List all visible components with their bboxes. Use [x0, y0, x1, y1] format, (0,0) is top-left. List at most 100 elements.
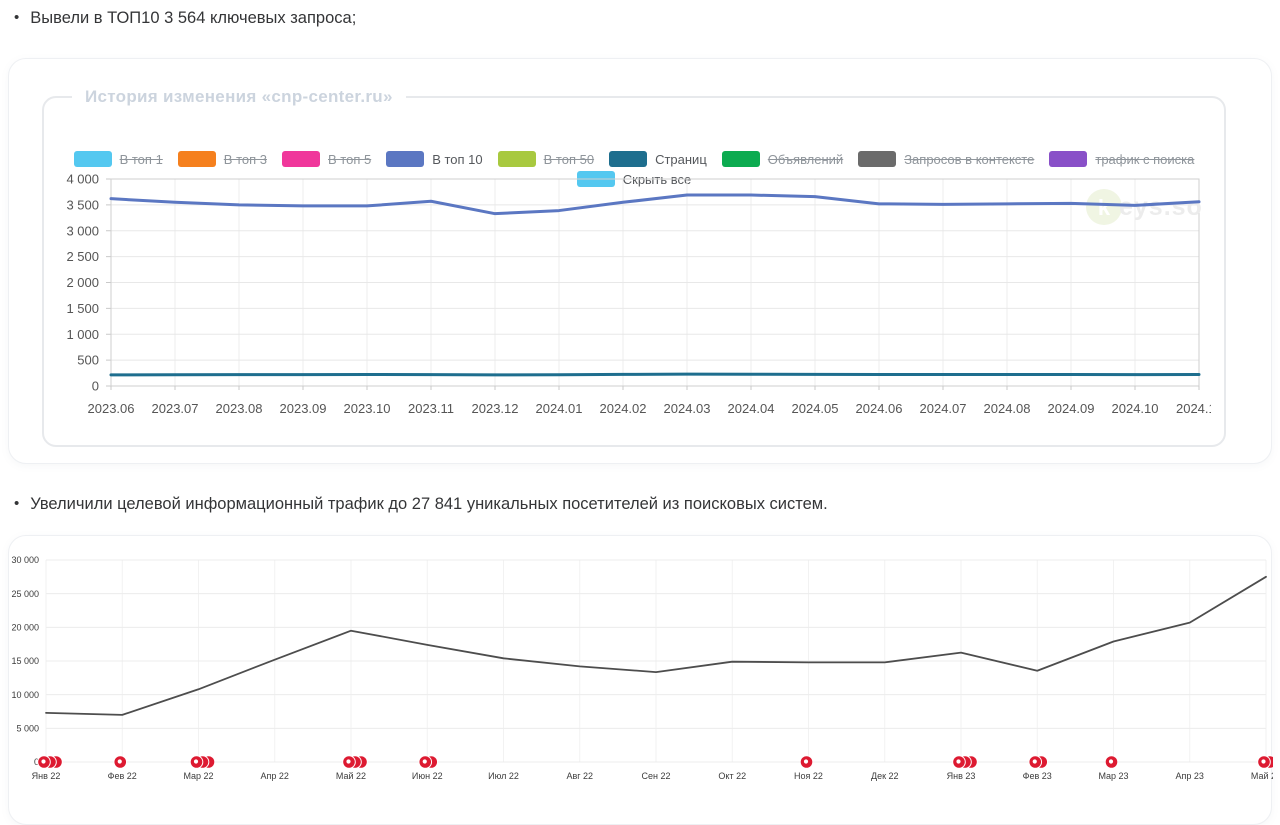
annotation-marker-dot	[956, 759, 961, 764]
x-axis-label: 2024.03	[664, 401, 711, 416]
legend-item-top5[interactable]: В топ 5	[282, 151, 371, 167]
annotation-marker-cluster[interactable]	[418, 755, 439, 769]
legend-item-top1[interactable]: В топ 1	[73, 151, 163, 167]
x-axis-label: Янв 22	[32, 771, 61, 781]
keyso-history-card: История изменения «cnp-center.ru» В топ …	[8, 58, 1272, 464]
x-axis-label: 2023.09	[280, 401, 327, 416]
annotation-marker-cluster[interactable]	[952, 755, 978, 769]
x-axis-label: 2024.01	[536, 401, 583, 416]
legend-label-ads: Объявлений	[767, 151, 844, 167]
legend-label-top10: В топ 10	[432, 151, 483, 167]
x-axis-label: 2024.08	[984, 401, 1031, 416]
x-axis-label: 2023.06	[88, 401, 135, 416]
y-axis-label: 1 500	[66, 301, 99, 316]
legend-label-search-traffic: трафик с поиска	[1095, 151, 1195, 167]
x-axis-label: Мар 23	[1098, 771, 1128, 781]
x-axis-label: Окт 22	[718, 771, 746, 781]
x-axis-label: Апр 22	[261, 771, 289, 781]
bullet-text-traffic: Увеличили целевой информационный трафик …	[30, 495, 828, 513]
legend-swatch-search-traffic	[1049, 151, 1088, 167]
x-axis-label: 2023.10	[344, 401, 391, 416]
x-axis-label: 2024.05	[792, 401, 839, 416]
y-axis-label: 3 500	[66, 197, 99, 212]
annotation-marker-cluster[interactable]	[1104, 755, 1119, 769]
traffic-chart: 05 00010 00015 00020 00025 00030 000Янв …	[11, 555, 1273, 781]
x-axis-label: Май 23	[1251, 771, 1273, 781]
x-axis-label: Июн 22	[412, 771, 443, 781]
y-axis-label: 3 000	[66, 223, 99, 238]
x-axis-label: Июл 22	[488, 771, 519, 781]
legend-label-top50: В топ 50	[543, 151, 595, 167]
legend-label-top3: В топ 3	[223, 151, 267, 167]
x-axis-label: Май 22	[336, 771, 366, 781]
x-axis-label: 2024.10	[1112, 401, 1159, 416]
y-axis-label: 10 000	[11, 690, 39, 700]
legend-label-top1: В топ 1	[119, 151, 163, 167]
x-axis-label: 2024.09	[1048, 401, 1095, 416]
legend-swatch-pages	[609, 151, 648, 167]
annotation-marker-cluster[interactable]	[113, 755, 128, 769]
bullet-item-traffic: • Увеличили целевой информационный трафи…	[14, 493, 828, 515]
x-axis-label: Ноя 22	[794, 771, 823, 781]
bullet-glyph: •	[14, 9, 20, 26]
x-axis-label: Фев 23	[1023, 771, 1052, 781]
y-axis-label: 0	[92, 379, 99, 394]
legend-item-ads[interactable]: Объявлений	[721, 151, 844, 167]
bullet-text-top10: Вывели в ТОП10 3 564 ключевых запроса;	[30, 9, 357, 27]
x-axis-label: 2024.11	[1176, 401, 1211, 416]
y-axis-label: 1 000	[66, 327, 99, 342]
annotation-marker-dot	[1032, 759, 1037, 764]
y-axis-label: 15 000	[11, 656, 39, 666]
legend-swatch-ads	[721, 151, 760, 167]
legend-item-search-traffic[interactable]: трафик с поиска	[1049, 151, 1194, 167]
annotation-marker-dot	[803, 759, 809, 764]
legend-swatch-context-requests	[858, 151, 897, 167]
legend-label-top5: В топ 5	[328, 151, 372, 167]
x-axis-label: Мар 22	[183, 771, 213, 781]
legend-item-top10[interactable]: В топ 10	[386, 151, 483, 167]
traffic-card: 05 000 10 000 15 000 20 000 25 000 30 000 Янв …	[8, 535, 1273, 825]
x-axis-label: 2023.07	[152, 401, 199, 416]
x-axis-label: 2023.11	[408, 401, 454, 416]
annotation-marker-cluster[interactable]	[342, 755, 368, 769]
x-axis-label: Сен 22	[642, 771, 671, 781]
chart-title: История изменения «cnp-center.ru»	[85, 87, 393, 106]
legend-label-pages: Страниц	[655, 151, 707, 167]
legend-swatch-top1	[73, 151, 112, 167]
x-axis-label: Авг 22	[566, 771, 593, 781]
annotation-marker-dot	[422, 759, 427, 764]
annotation-marker-cluster[interactable]	[37, 755, 63, 769]
legend-item-top50[interactable]: В топ 50	[497, 151, 595, 167]
legend-swatch-top10	[386, 151, 425, 167]
annotation-marker-cluster[interactable]	[189, 755, 216, 769]
x-axis-label: 2024.02	[600, 401, 647, 416]
legend-label-context-requests: Запросов в контексте	[904, 151, 1035, 167]
x-axis-label: Дек 22	[871, 771, 899, 781]
keyso-watermark-k: k	[1098, 195, 1111, 220]
x-axis-label: Янв 23	[947, 771, 976, 781]
annotation-marker-dot	[117, 759, 122, 764]
keyso-watermark-text: eys.so	[1119, 193, 1203, 221]
legend-swatch-top50	[497, 151, 536, 167]
y-axis-label: 25 000	[11, 589, 39, 599]
annotation-marker-cluster[interactable]	[1028, 755, 1049, 769]
legend-swatch-top3	[177, 151, 216, 167]
positions-history-chart: 0 500 1 000 1 500 2 000 2 500 3 000 3 500 4 000 2…	[66, 172, 1211, 416]
x-axis-label: Апр 23	[1176, 771, 1204, 781]
x-axis-label: 2024.07	[920, 401, 967, 416]
x-axis-label: Фев 22	[108, 771, 137, 781]
legend-swatch-top5	[282, 151, 320, 167]
report-page: • Вывели в ТОП10 3 564 ключевых запроса;…	[0, 0, 1280, 825]
legend-item-context-requests[interactable]: Запросов в контексте	[858, 151, 1034, 167]
legend-item-top3[interactable]: В топ 3	[177, 151, 267, 167]
x-axis-label: 2023.08	[216, 401, 263, 416]
legend-item-pages[interactable]: Страниц	[609, 151, 707, 167]
annotation-marker-cluster[interactable]	[1257, 755, 1273, 769]
series-line-1	[109, 372, 1201, 377]
chart-legend-row-1: В топ 1 В топ 3 В топ 5 В топ 10 В топ 50 Стр…	[44, 151, 1224, 167]
annotation-marker-dot	[1108, 759, 1114, 764]
bullet-glyph: •	[14, 495, 20, 512]
y-axis-label: 5 000	[16, 723, 39, 733]
annotation-marker-cluster[interactable]	[799, 755, 814, 769]
y-axis-label: 2 000	[66, 275, 99, 290]
